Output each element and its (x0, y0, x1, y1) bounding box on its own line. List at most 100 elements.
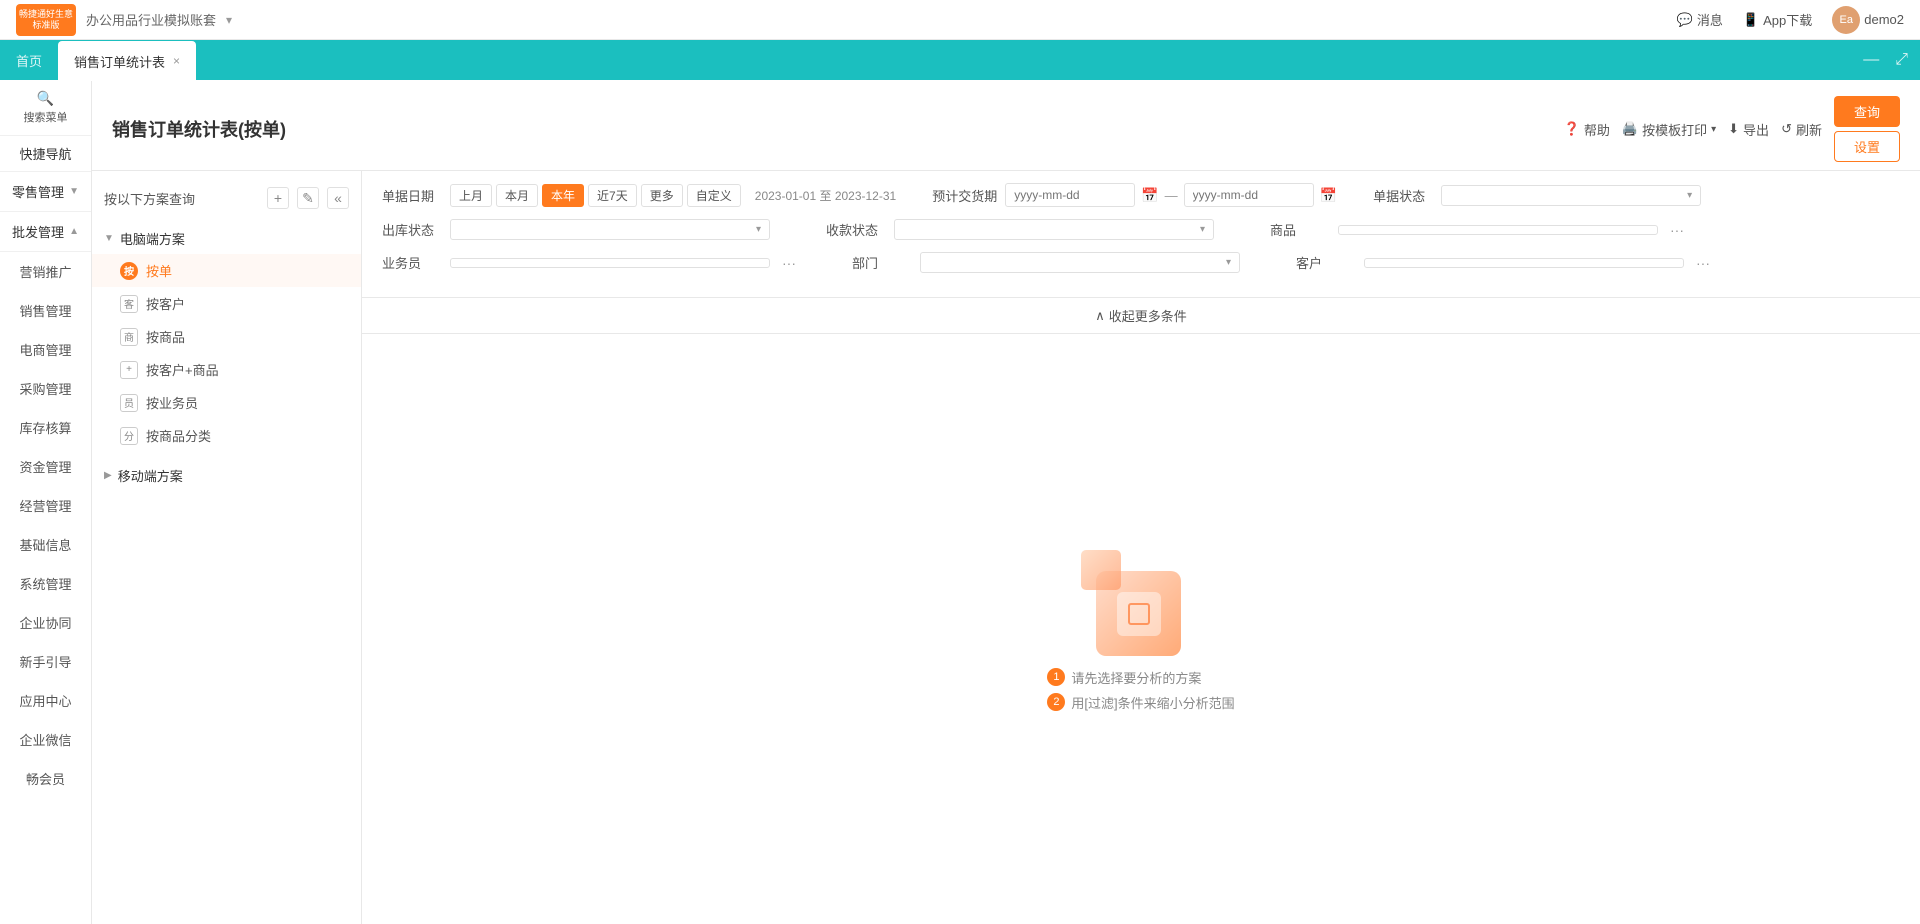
date-btn-custom[interactable]: 自定义 (687, 184, 741, 207)
payment-status-label: 收款状态 (826, 220, 886, 239)
filter-date-group: 单据日期 上月 本月 本年 近7天 更多 自定义 2023-01-01 至 20… (382, 184, 896, 207)
date-btn-thismonth[interactable]: 本月 (496, 184, 538, 207)
sidebar-item-marketing[interactable]: 营销推广 (0, 252, 91, 291)
sidebar-item-finance[interactable]: 资金管理 (0, 447, 91, 486)
tab-minimize-button[interactable]: — (1859, 47, 1883, 73)
avatar: Ea (1832, 6, 1860, 34)
filter-area: 单据日期 上月 本月 本年 近7天 更多 自定义 2023-01-01 至 20… (362, 171, 1920, 298)
calendar-start-icon[interactable]: 📅 (1141, 187, 1158, 204)
payment-status-select[interactable]: ▾ (894, 219, 1214, 240)
sidebar-item-basic-info[interactable]: 基础信息 (0, 525, 91, 564)
tab-bar-actions: — ⤢ (1859, 47, 1920, 73)
scheme-group-mobile-header[interactable]: ▶ 移动端方案 (92, 460, 361, 491)
help-icon: ❓ (1564, 121, 1580, 137)
user-menu[interactable]: Ea demo2 (1832, 6, 1904, 34)
product-label: 商品 (1270, 220, 1330, 239)
date-btn-lastmonth[interactable]: 上月 (450, 184, 492, 207)
customer-ellipsis-icon[interactable]: ··· (1696, 255, 1710, 271)
sidebar-item-membership[interactable]: 畅会员 (0, 759, 91, 798)
sidebar-item-enterprise[interactable]: 企业协同 (0, 603, 91, 642)
top-bar-left: 畅捷通好生意 标准版 办公用品行业模拟账套 ▾ (16, 4, 232, 36)
edit-scheme-button[interactable]: ✎ (297, 187, 319, 209)
filter-customer-group: 客户 ··· (1296, 253, 1710, 272)
tab-sales-order[interactable]: 销售订单统计表 × (58, 41, 196, 81)
refresh-button[interactable]: ↺ 刷新 (1781, 120, 1822, 139)
sidebar-item-wechat[interactable]: 企业微信 (0, 720, 91, 759)
scheme-item-by-order[interactable]: 按 按单 (92, 254, 361, 287)
staff-select[interactable] (450, 258, 770, 268)
sidebar-section-retail: 零售管理 ▼ (0, 172, 91, 212)
customer-label: 客户 (1296, 253, 1356, 272)
staff-ellipsis-icon[interactable]: ··· (782, 255, 796, 271)
ship-status-select[interactable]: ▾ (450, 219, 770, 240)
export-button[interactable]: ⬇ 导出 (1728, 120, 1769, 139)
staff-label: 业务员 (382, 253, 442, 272)
calendar-end-icon[interactable]: 📅 (1320, 187, 1337, 204)
template-print-button[interactable]: 🖨️ 按模板打印 ▾ (1622, 120, 1716, 139)
empty-hints: 1 请先选择要分析的方案 2 用[过滤]条件来缩小分析范围 (1047, 668, 1234, 712)
right-content: 单据日期 上月 本月 本年 近7天 更多 自定义 2023-01-01 至 20… (362, 171, 1920, 924)
sidebar-item-sales[interactable]: 销售管理 (0, 291, 91, 330)
sidebar-item-ecommerce[interactable]: 电商管理 (0, 330, 91, 369)
sidebar-item-system[interactable]: 系统管理 (0, 564, 91, 603)
hint-item-2: 2 用[过滤]条件来缩小分析范围 (1047, 693, 1234, 712)
tab-home[interactable]: 首页 (0, 40, 58, 80)
date-dash: — (1165, 188, 1178, 203)
status-select[interactable]: ▾ (1441, 185, 1701, 206)
add-scheme-button[interactable]: + (267, 187, 289, 209)
content-area: 销售订单统计表(按单) ❓ 帮助 🖨️ 按模板打印 ▾ ⬇ 导出 ↺ 刷新 (92, 80, 1920, 924)
expected-date-label: 预计交货期 (932, 186, 997, 205)
expected-date-end-input[interactable] (1184, 183, 1314, 207)
filter-status-group: 单据状态 ▾ (1373, 185, 1701, 206)
sidebar-quick-nav[interactable]: 快捷导航 (0, 136, 91, 172)
scheme-item-by-product[interactable]: 商 按商品 (92, 320, 361, 353)
scheme-item-by-customer-product[interactable]: + 按客户+商品 (92, 353, 361, 386)
collapse-button[interactable]: ∧ 收起更多条件 (1095, 306, 1187, 325)
date-btn-thisyear[interactable]: 本年 (542, 184, 584, 207)
mobile-group-expand-icon: ▶ (104, 470, 112, 481)
by-staff-icon: 员 (120, 394, 138, 412)
dept-select[interactable]: ▾ (920, 252, 1240, 273)
dept-select-arrow-icon: ▾ (1226, 257, 1231, 268)
date-btn-more[interactable]: 更多 (641, 184, 683, 207)
query-button[interactable]: 查询 (1834, 96, 1900, 127)
settings-button[interactable]: 设置 (1834, 131, 1900, 162)
retail-arrow-icon: ▼ (69, 186, 79, 197)
sidebar-item-appcenter[interactable]: 应用中心 (0, 681, 91, 720)
sidebar-item-wholesale[interactable]: 批发管理 ▲ (0, 212, 91, 251)
expected-date-start-input[interactable] (1005, 183, 1135, 207)
single-date-label: 单据日期 (382, 186, 442, 205)
app-title-arrow[interactable]: ▾ (226, 13, 232, 27)
tab-bar: 首页 销售订单统计表 × — ⤢ (0, 40, 1920, 80)
search-icon: 🔍 (8, 90, 83, 107)
sidebar-item-inventory[interactable]: 库存核算 (0, 408, 91, 447)
tab-close-icon[interactable]: × (173, 54, 180, 68)
customer-select[interactable] (1364, 258, 1684, 268)
by-category-icon: 分 (120, 427, 138, 445)
filter-expected-date-group: 预计交货期 📅 — 📅 (932, 183, 1337, 207)
sidebar-item-newuser[interactable]: 新手引导 (0, 642, 91, 681)
collapse-panel-button[interactable]: « (327, 187, 349, 209)
product-ellipsis-icon[interactable]: ··· (1670, 222, 1684, 238)
message-button[interactable]: 💬 消息 (1677, 10, 1723, 29)
scheme-item-by-category[interactable]: 分 按商品分类 (92, 419, 361, 452)
date-btn-7days[interactable]: 近7天 (588, 184, 637, 207)
help-button[interactable]: ❓ 帮助 (1564, 120, 1610, 139)
product-select[interactable] (1338, 225, 1658, 235)
hint-item-1: 1 请先选择要分析的方案 (1047, 668, 1234, 687)
filter-row-3: 业务员 ··· 部门 ▾ (382, 252, 1900, 273)
sidebar-item-purchase[interactable]: 采购管理 (0, 369, 91, 408)
message-icon: 💬 (1677, 12, 1693, 28)
filter-staff-group: 业务员 ··· (382, 253, 796, 272)
wholesale-arrow-icon: ▲ (69, 226, 79, 237)
sidebar-item-retail[interactable]: 零售管理 ▼ (0, 172, 91, 211)
scheme-group-pc-header[interactable]: ▼ 电脑端方案 (92, 223, 361, 254)
brand-logo: 畅捷通好生意 标准版 (16, 4, 76, 36)
sidebar-item-operations[interactable]: 经营管理 (0, 486, 91, 525)
tab-maximize-button[interactable]: ⤢ (1891, 47, 1912, 73)
scheme-item-by-customer[interactable]: 客 按客户 (92, 287, 361, 320)
sidebar-search[interactable]: 🔍 搜索菜单 (0, 80, 91, 136)
empty-state: 1 请先选择要分析的方案 2 用[过滤]条件来缩小分析范围 (362, 334, 1920, 924)
app-download-button[interactable]: 📱 App下载 (1743, 10, 1812, 29)
scheme-item-by-staff[interactable]: 员 按业务员 (92, 386, 361, 419)
